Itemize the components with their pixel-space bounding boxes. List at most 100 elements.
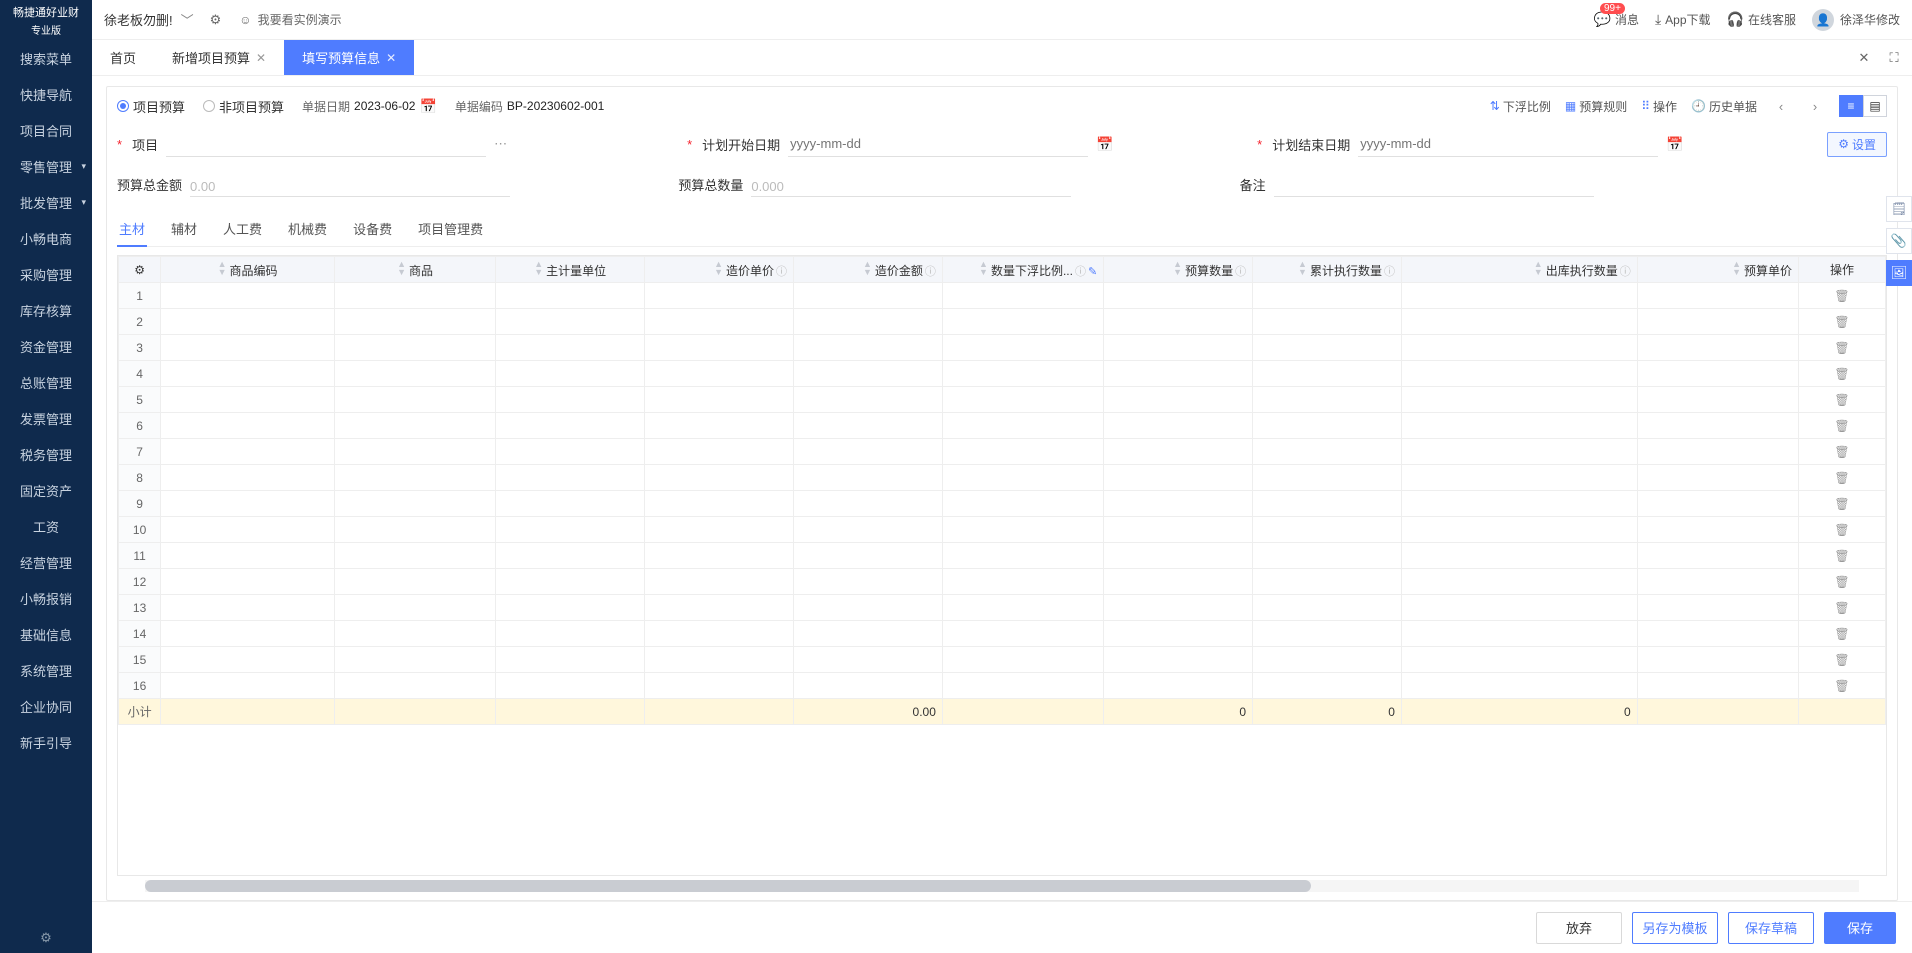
delete-row-icon[interactable]: 🗑 <box>1834 289 1849 303</box>
plan-end-calendar-icon[interactable]: 📅 <box>1666 136 1683 153</box>
sidebar-item-8[interactable]: 资金管理 <box>0 328 92 364</box>
history-next-icon[interactable]: › <box>1805 96 1825 116</box>
sort-icon[interactable]: ▲▼ <box>979 260 988 276</box>
user-menu[interactable]: 👤 徐泽华修改 <box>1812 9 1900 31</box>
table-row[interactable]: 1🗑 <box>119 283 1886 309</box>
tab-0[interactable]: 首页 <box>92 40 154 75</box>
table-row[interactable]: 16🗑 <box>119 673 1886 699</box>
col-预算数量[interactable]: ▲▼预算数量ⓘ <box>1104 257 1253 283</box>
sort-icon[interactable]: ▲▼ <box>714 260 723 276</box>
dock-attach-icon[interactable]: 📎 <box>1886 228 1912 254</box>
col-主计量单位[interactable]: ▲▼主计量单位 <box>496 257 645 283</box>
sidebar-item-19[interactable]: 新手引导 <box>0 724 92 760</box>
delete-row-icon[interactable]: 🗑 <box>1834 549 1849 563</box>
sidebar-item-18[interactable]: 企业协同 <box>0 688 92 724</box>
col-商品编码[interactable]: ▲▼商品编码 <box>161 257 335 283</box>
table-row[interactable]: 5🗑 <box>119 387 1886 413</box>
settings-button[interactable]: ⚙设置 <box>1827 132 1887 157</box>
sidebar-settings-button[interactable]: ⚙ <box>0 923 92 953</box>
app-download-button[interactable]: ⤓ App下载 <box>1655 11 1711 28</box>
sort-icon[interactable]: ▲▼ <box>397 260 406 276</box>
save-button[interactable]: 保存 <box>1824 912 1896 944</box>
sidebar-item-10[interactable]: 发票管理 <box>0 400 92 436</box>
sidebar-item-2[interactable]: 项目合同 <box>0 112 92 148</box>
sort-icon[interactable]: ▲▼ <box>1298 260 1307 276</box>
online-service-button[interactable]: 🎧 在线客服 <box>1727 11 1796 28</box>
tab-2[interactable]: 填写预算信息✕ <box>284 40 414 75</box>
table-row[interactable]: 4🗑 <box>119 361 1886 387</box>
table-row[interactable]: 6🗑 <box>119 413 1886 439</box>
delete-row-icon[interactable]: 🗑 <box>1834 627 1849 641</box>
table-row[interactable]: 2🗑 <box>119 309 1886 335</box>
sidebar-item-5[interactable]: 小畅电商 <box>0 220 92 256</box>
sidebar-item-6[interactable]: 采购管理 <box>0 256 92 292</box>
sort-icon[interactable]: ▲▼ <box>218 260 227 276</box>
project-input[interactable] <box>166 131 486 157</box>
sidebar-item-16[interactable]: 基础信息 <box>0 616 92 652</box>
delete-row-icon[interactable]: 🗑 <box>1834 367 1849 381</box>
sidebar-item-1[interactable]: 快捷导航 <box>0 76 92 112</box>
tab-1[interactable]: 新增项目预算✕ <box>154 40 284 75</box>
delete-row-icon[interactable]: 🗑 <box>1834 341 1849 355</box>
col-预算单价[interactable]: ▲▼预算单价 <box>1637 257 1798 283</box>
sidebar-item-0[interactable]: 搜索菜单 <box>0 40 92 76</box>
horizontal-scrollbar[interactable] <box>145 880 1859 892</box>
tab-close-icon[interactable]: ✕ <box>256 51 266 65</box>
sidebar-item-9[interactable]: 总账管理 <box>0 364 92 400</box>
delete-row-icon[interactable]: 🗑 <box>1834 523 1849 537</box>
delete-row-icon[interactable]: 🗑 <box>1834 653 1849 667</box>
radio-non-project-budget[interactable]: 非项目预算 <box>203 97 284 116</box>
delete-row-icon[interactable]: 🗑 <box>1834 393 1849 407</box>
tenant-dropdown-icon[interactable]: ﹀ <box>181 10 194 29</box>
tool-operations[interactable]: ⠿操作 <box>1641 98 1677 115</box>
col-数量下浮比例[interactable]: ▲▼数量下浮比例...ⓘ✎ <box>942 257 1103 283</box>
delete-row-icon[interactable]: 🗑 <box>1834 471 1849 485</box>
demo-link[interactable]: ☺ 我要看实例演示 <box>233 11 341 28</box>
table-row[interactable]: 10🗑 <box>119 517 1886 543</box>
history-prev-icon[interactable]: ‹ <box>1771 96 1791 116</box>
table-settings-icon[interactable]: ⚙ <box>119 257 161 283</box>
tool-history[interactable]: 🕘历史单据 <box>1691 98 1757 115</box>
sidebar-item-4[interactable]: 批发管理▾ <box>0 184 92 220</box>
cost-tab-2[interactable]: 人工费 <box>221 213 264 246</box>
view-card-icon[interactable]: ▤ <box>1863 95 1887 117</box>
remark-input[interactable] <box>1274 171 1594 197</box>
sidebar-item-12[interactable]: 固定资产 <box>0 472 92 508</box>
view-list-icon[interactable]: ≡ <box>1839 95 1863 117</box>
table-row[interactable]: 13🗑 <box>119 595 1886 621</box>
plan-end-input[interactable] <box>1358 131 1658 157</box>
help-icon[interactable]: ⓘ <box>1384 266 1395 278</box>
delete-row-icon[interactable]: 🗑 <box>1834 679 1849 693</box>
doc-date-value[interactable]: 2023-06-02 <box>354 99 415 113</box>
table-row[interactable]: 14🗑 <box>119 621 1886 647</box>
col-商品[interactable]: ▲▼商品 <box>334 257 495 283</box>
table-row[interactable]: 3🗑 <box>119 335 1886 361</box>
sidebar-item-11[interactable]: 税务管理 <box>0 436 92 472</box>
tabs-expand-icon[interactable]: ⛶ <box>1882 46 1906 70</box>
sort-icon[interactable]: ▲▼ <box>863 260 872 276</box>
table-row[interactable]: 8🗑 <box>119 465 1886 491</box>
delete-row-icon[interactable]: 🗑 <box>1834 497 1849 511</box>
delete-row-icon[interactable]: 🗑 <box>1834 601 1849 615</box>
col-造价金额[interactable]: ▲▼造价金额ⓘ <box>794 257 943 283</box>
plan-start-calendar-icon[interactable]: 📅 <box>1096 136 1113 153</box>
messages-button[interactable]: 💬 消息 <box>1594 11 1639 28</box>
save-template-button[interactable]: 另存为模板 <box>1632 912 1718 944</box>
doc-date-calendar-icon[interactable]: 📅 <box>419 98 436 115</box>
tool-discount-ratio[interactable]: ⇅下浮比例 <box>1490 98 1551 115</box>
sidebar-item-7[interactable]: 库存核算 <box>0 292 92 328</box>
help-icon[interactable]: ⓘ <box>1235 266 1246 278</box>
sidebar-item-3[interactable]: 零售管理▾ <box>0 148 92 184</box>
cost-tab-3[interactable]: 机械费 <box>286 213 329 246</box>
table-row[interactable]: 12🗑 <box>119 569 1886 595</box>
sort-icon[interactable]: ▲▼ <box>1173 260 1182 276</box>
table-row[interactable]: 9🗑 <box>119 491 1886 517</box>
sort-icon[interactable]: ▲▼ <box>534 260 543 276</box>
sort-icon[interactable]: ▲▼ <box>1732 260 1741 276</box>
help-icon[interactable]: ⓘ <box>776 266 787 278</box>
cost-tab-4[interactable]: 设备费 <box>351 213 394 246</box>
help-icon[interactable]: ⓘ <box>925 266 936 278</box>
sidebar-item-14[interactable]: 经营管理 <box>0 544 92 580</box>
col-累计执行数量[interactable]: ▲▼累计执行数量ⓘ <box>1253 257 1402 283</box>
sidebar-item-13[interactable]: 工资 <box>0 508 92 544</box>
